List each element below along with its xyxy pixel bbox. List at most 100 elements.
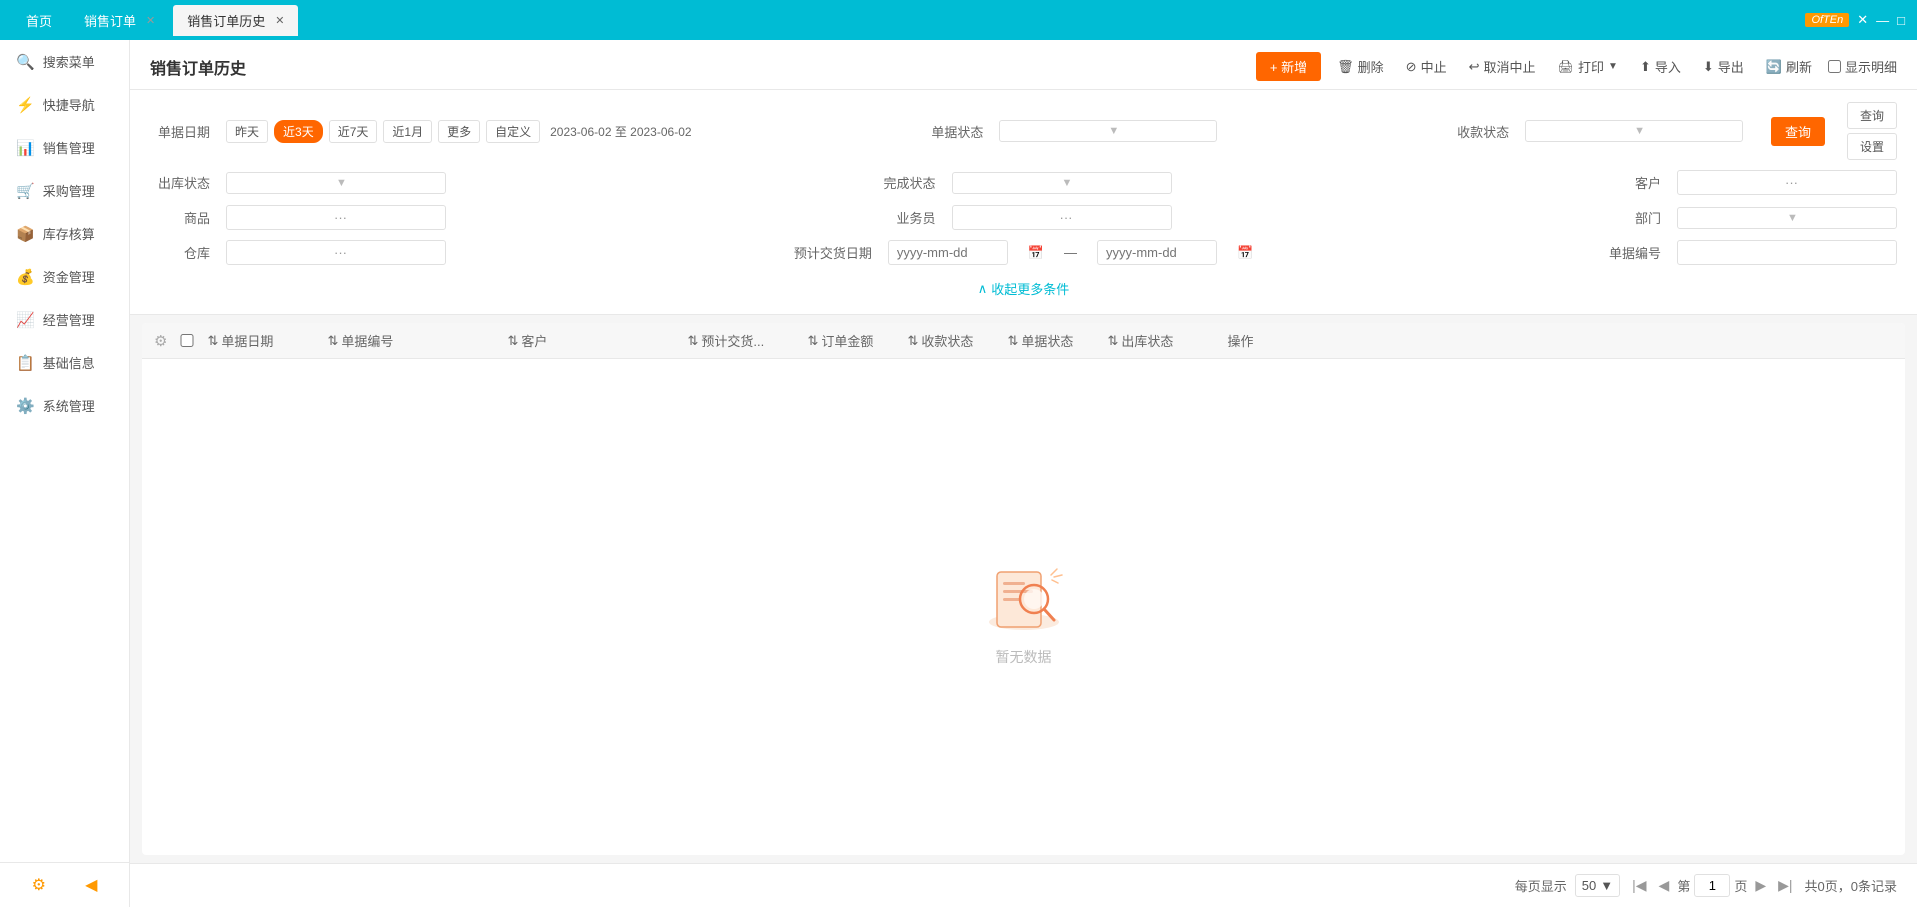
date-3days-btn[interactable]: 近3天: [274, 120, 323, 143]
goods-select[interactable]: ···: [226, 205, 446, 230]
goods-label: 商品: [150, 208, 210, 227]
collapse-btn[interactable]: ∧ 收起更多条件: [150, 275, 1897, 302]
tab-home[interactable]: 首页: [12, 5, 66, 36]
date-range-display: 2023-06-02 至 2023-06-02: [550, 123, 691, 140]
sidebar-collapse-btn[interactable]: ◀: [85, 875, 97, 895]
show-detail-checkbox[interactable]: 显示明细: [1828, 57, 1897, 76]
cancel-stop-button[interactable]: ↩ 取消中止: [1463, 54, 1542, 79]
out-label: 出库状态: [150, 173, 210, 192]
payment-select[interactable]: ▼: [1525, 120, 1743, 142]
stop-button[interactable]: ⊘ 中止: [1400, 54, 1453, 79]
sidebar-item-finance[interactable]: 💰 资金管理: [0, 255, 129, 298]
salesperson-select[interactable]: ···: [952, 205, 1172, 230]
query-button[interactable]: 查询: [1847, 102, 1897, 129]
settings-filter-btn[interactable]: 设置: [1847, 133, 1897, 160]
col-num-label: 单据编号: [341, 331, 393, 350]
page-label: 第: [1677, 876, 1690, 895]
page-title: 销售订单历史: [150, 55, 246, 79]
col-header-client[interactable]: ⇅ 客户: [507, 331, 687, 350]
sidebar-item-purchase[interactable]: 🛒 采购管理: [0, 169, 129, 212]
topbar-maximize-btn[interactable]: □: [1897, 13, 1905, 28]
out-select[interactable]: ▼: [226, 172, 446, 194]
date-1month-btn[interactable]: 近1月: [383, 120, 432, 143]
sidebar-item-search[interactable]: 🔍 搜索菜单: [0, 40, 129, 83]
col-header-pay[interactable]: ⇅ 收款状态: [907, 331, 1007, 350]
col-header-status[interactable]: ⇅ 单据状态: [1007, 331, 1107, 350]
delete-button[interactable]: 🗑 删除: [1331, 54, 1390, 79]
delivery-end-cal-icon[interactable]: 📅: [1237, 245, 1253, 261]
sidebar-bottom: ⚙ ◀: [0, 862, 129, 907]
tab-sales-order[interactable]: 销售订单 ✕: [70, 5, 169, 36]
delivery-date-label: 预计交货日期: [794, 243, 872, 262]
empty-area: 暂无数据: [142, 359, 1905, 855]
sidebar-item-quicknav[interactable]: ⚡ 快捷导航: [0, 83, 129, 126]
col-date-label: 单据日期: [221, 331, 273, 350]
print-button[interactable]: 🖨 打印 ▼: [1552, 54, 1624, 79]
empty-illustration: [969, 547, 1079, 647]
salesperson-dots-icon[interactable]: ···: [1060, 210, 1163, 225]
filter-row-1: 单据日期 昨天 近3天 近7天 近1月 更多 自定义 2023-06-02 至 …: [150, 102, 1897, 160]
close-sales-order-icon[interactable]: ✕: [146, 14, 155, 27]
dept-select[interactable]: ▼: [1677, 207, 1897, 229]
export-button[interactable]: ⬇ 导出: [1697, 54, 1750, 79]
date-yesterday-btn[interactable]: 昨天: [226, 120, 268, 143]
last-page-btn[interactable]: ▶|: [1774, 875, 1796, 896]
complete-select[interactable]: ▼: [952, 172, 1172, 194]
delivery-start-cal-icon[interactable]: 📅: [1028, 245, 1044, 261]
sidebar-label-finance: 资金管理: [43, 267, 95, 286]
sidebar-item-system[interactable]: ⚙️ 系统管理: [0, 384, 129, 427]
search-button[interactable]: 查询: [1771, 117, 1825, 146]
operations-icon: 📈: [16, 311, 35, 329]
customer-dots-icon[interactable]: ···: [1785, 175, 1888, 190]
sidebar-item-inventory[interactable]: 📦 库存核算: [0, 212, 129, 255]
customer-select[interactable]: ···: [1677, 170, 1897, 195]
table-select-all[interactable]: [177, 334, 197, 347]
col-header-out[interactable]: ⇅ 出库状态: [1107, 331, 1227, 350]
order-num-input[interactable]: [1677, 240, 1897, 265]
topbar-close-btn[interactable]: ✕: [1857, 12, 1868, 28]
col-header-amount[interactable]: ⇅ 订单金额: [807, 331, 907, 350]
refresh-button[interactable]: 🔄 刷新: [1760, 54, 1818, 79]
goods-dots-icon[interactable]: ···: [334, 210, 437, 225]
toolbar: + 新增 🗑 删除 ⊘ 中止 ↩ 取消中止 🖨 打印 ▼: [1256, 52, 1897, 81]
col-client-label: 客户: [521, 331, 547, 350]
col-delivery-sort-icon: ⇅: [687, 333, 698, 349]
show-detail-input[interactable]: [1828, 60, 1841, 73]
col-header-date[interactable]: ⇅ 单据日期: [207, 331, 327, 350]
import-button[interactable]: ⬆ 导入: [1634, 54, 1687, 79]
next-page-btn[interactable]: ▶: [1751, 875, 1770, 896]
col-delivery-label: 预计交货...: [701, 331, 764, 350]
col-header-delivery[interactable]: ⇅ 预计交货...: [687, 331, 807, 350]
table-settings-icon[interactable]: ⚙: [154, 332, 167, 350]
status-select[interactable]: ▼: [999, 120, 1217, 142]
warehouse-label: 仓库: [150, 243, 210, 262]
delivery-start-input[interactable]: [888, 240, 1008, 265]
date-custom-btn[interactable]: 自定义: [486, 120, 540, 143]
delivery-end-input[interactable]: [1097, 240, 1217, 265]
page-input[interactable]: [1694, 874, 1730, 897]
tab-sales-history[interactable]: 销售订单历史 ✕: [173, 5, 298, 36]
import-icon: ⬆: [1640, 59, 1651, 75]
sidebar-item-sales[interactable]: 📊 销售管理: [0, 126, 129, 169]
warehouse-dots-icon[interactable]: ···: [334, 245, 437, 260]
col-out-sort-icon: ⇅: [1107, 333, 1118, 349]
close-sales-history-icon[interactable]: ✕: [275, 14, 284, 27]
sidebar-settings-btn[interactable]: ⚙: [32, 875, 46, 895]
sidebar-item-operations[interactable]: 📈 经营管理: [0, 298, 129, 341]
prev-page-btn[interactable]: ◀: [1655, 875, 1674, 896]
col-pay-label: 收款状态: [921, 331, 973, 350]
quicknav-icon: ⚡: [16, 96, 35, 114]
finance-icon: 💰: [16, 268, 35, 286]
add-button[interactable]: + 新增: [1256, 52, 1321, 81]
complete-arrow-icon: ▼: [1062, 177, 1163, 189]
first-page-btn[interactable]: |◀: [1628, 875, 1650, 896]
per-page-select[interactable]: 50 ▼: [1575, 874, 1620, 897]
date-7days-btn[interactable]: 近7天: [329, 120, 378, 143]
page-suffix: 页: [1734, 876, 1747, 895]
date-more-btn[interactable]: 更多: [438, 120, 480, 143]
warehouse-select[interactable]: ···: [226, 240, 446, 265]
col-header-num[interactable]: ⇅ 单据编号: [327, 331, 507, 350]
topbar-minimize-btn[interactable]: —: [1876, 13, 1889, 28]
filter-section: 单据日期 昨天 近3天 近7天 近1月 更多 自定义 2023-06-02 至 …: [130, 90, 1917, 315]
sidebar-item-basic[interactable]: 📋 基础信息: [0, 341, 129, 384]
